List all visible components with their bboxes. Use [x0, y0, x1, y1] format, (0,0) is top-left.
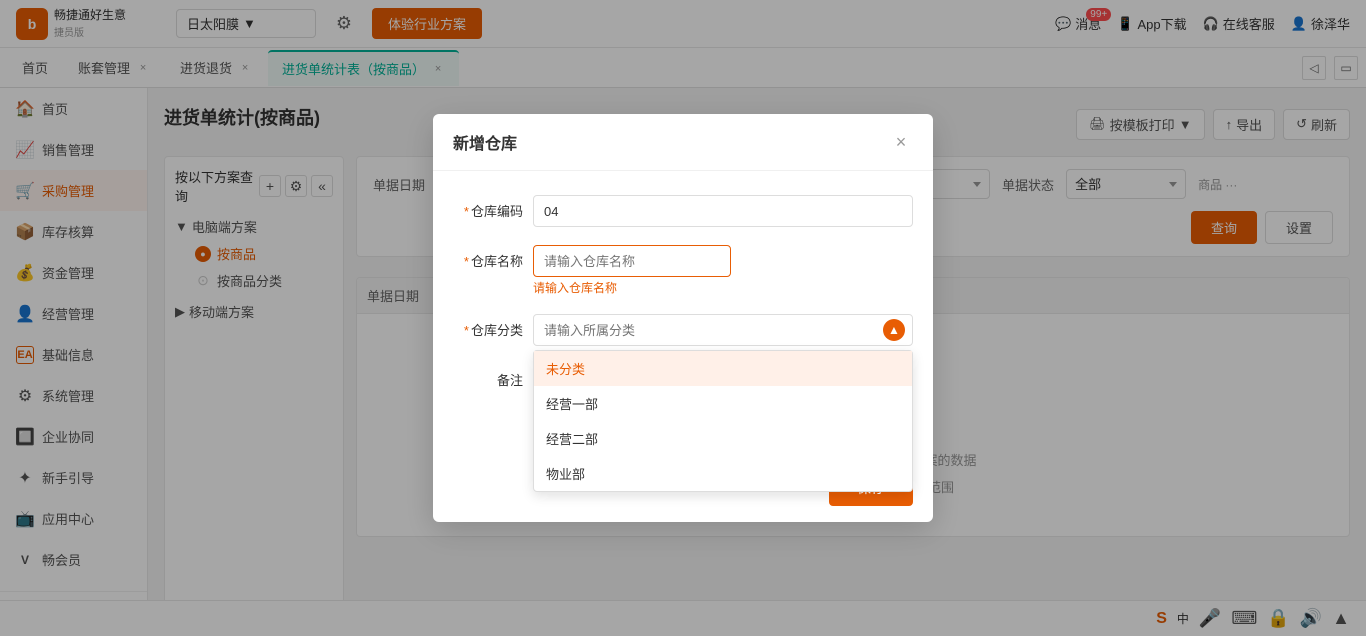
form-row-name: *仓库名称 请输入仓库名称 [453, 245, 913, 296]
dropdown-item-dept1[interactable]: 经营一部 [534, 386, 912, 421]
form-row-category: *仓库分类 ▲ 未分类 经营一部 经营二部 物业部 [453, 314, 913, 346]
dropdown-item-property[interactable]: 物业部 [534, 456, 912, 491]
code-label: *仓库编码 [453, 195, 533, 220]
modal-close-button[interactable]: × [889, 130, 913, 154]
modal-new-warehouse: 新增仓库 × *仓库编码 *仓库名称 [433, 114, 933, 522]
form-row-code: *仓库编码 [453, 195, 913, 227]
category-select-wrapper: ▲ 未分类 经营一部 经营二部 物业部 [533, 314, 913, 346]
modal-header: 新增仓库 × [433, 114, 933, 171]
category-label: *仓库分类 [453, 314, 533, 339]
dropdown-item-dept2[interactable]: 经营二部 [534, 421, 912, 456]
category-input[interactable] [533, 314, 913, 346]
category-dropdown-list: 未分类 经营一部 经营二部 物业部 [533, 350, 913, 492]
modal-backdrop[interactable]: 新增仓库 × *仓库编码 *仓库名称 [0, 0, 1366, 636]
modal-body: *仓库编码 *仓库名称 请输入仓库名称 [433, 171, 933, 458]
notes-label: 备注 [453, 364, 533, 389]
modal-title: 新增仓库 [453, 130, 517, 154]
dropdown-item-unclassified[interactable]: 未分类 [534, 351, 912, 386]
name-input[interactable] [533, 245, 731, 277]
name-error-msg: 请输入仓库名称 [533, 279, 617, 296]
name-label: *仓库名称 [453, 245, 533, 270]
code-input[interactable] [533, 195, 913, 227]
